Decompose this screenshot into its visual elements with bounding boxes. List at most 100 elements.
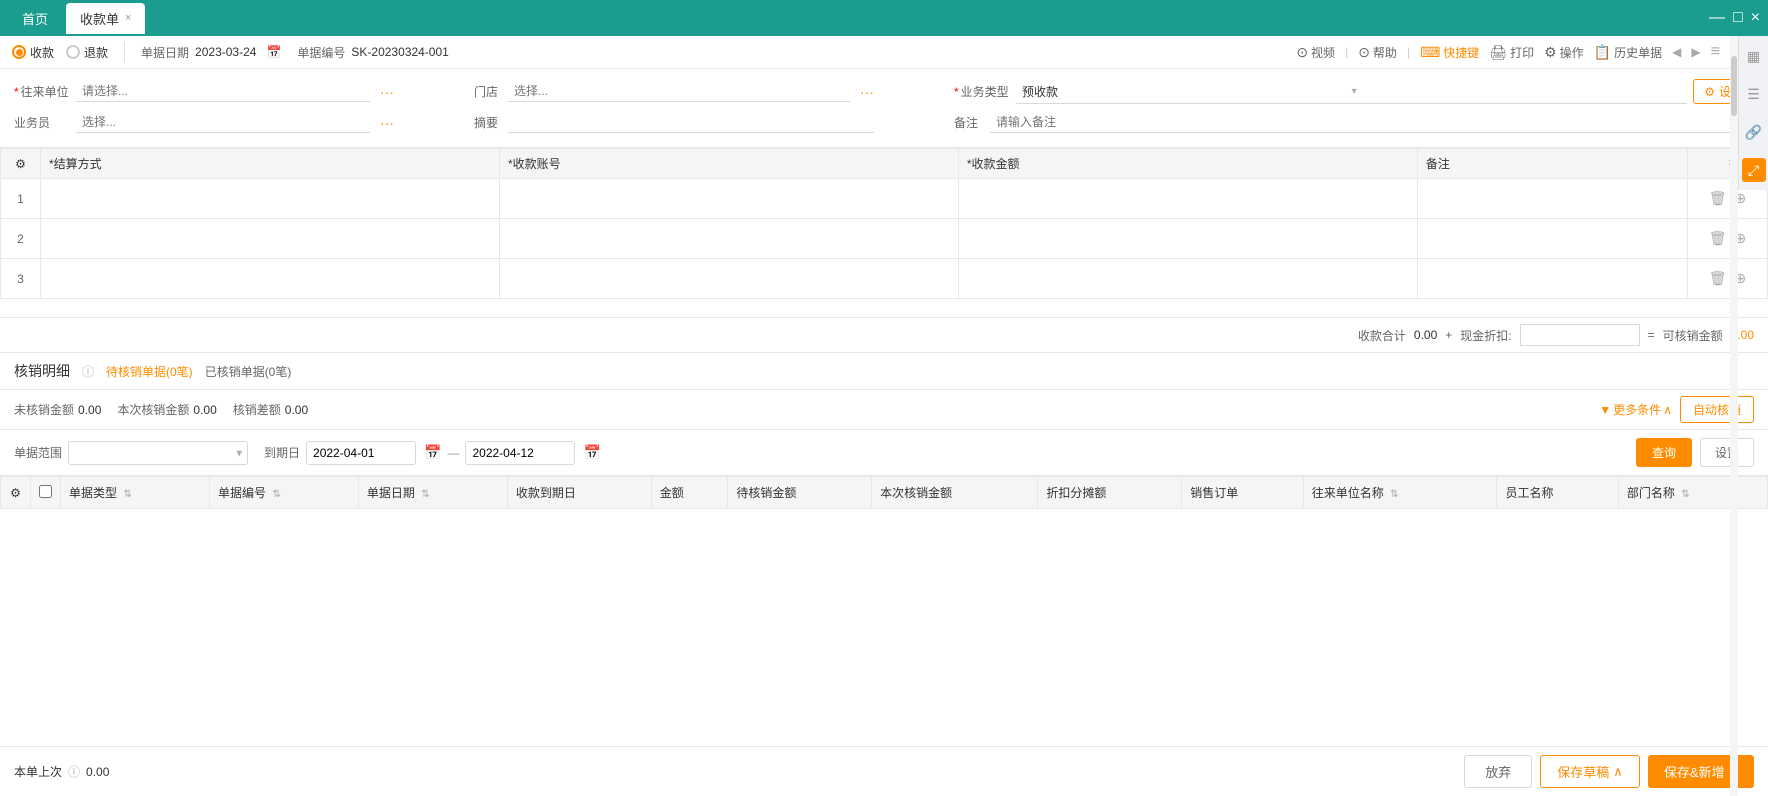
stat-unverified: 未核销金额 0.00 xyxy=(14,401,101,418)
bth-checkbox[interactable] xyxy=(31,477,61,509)
more-conditions-btn[interactable]: ▼ 更多条件 ∧ xyxy=(1599,401,1672,418)
sort-counterpart-icon[interactable]: ⇅ xyxy=(1390,489,1398,500)
due-date-label: 到期日 xyxy=(264,444,300,461)
auto-cancel-btn[interactable]: 自动核销 xyxy=(1680,396,1754,423)
cell-remark-1[interactable] xyxy=(1417,179,1687,219)
save-draft-btn[interactable]: 保存草稿 ∧ xyxy=(1540,755,1640,788)
bth-settings[interactable]: ⚙ xyxy=(1,477,31,509)
print-btn[interactable]: 🖨 打印 xyxy=(1489,44,1534,61)
cell-amount-1[interactable] xyxy=(958,179,1417,219)
done-tab[interactable]: 已核销单据(0笔) xyxy=(205,363,292,380)
nav-left-icon[interactable]: ◀ xyxy=(1672,45,1681,59)
store-input[interactable] xyxy=(508,81,850,102)
info-icon[interactable]: ⓘ xyxy=(82,363,94,380)
date-field: 单据日期 2023-03-24 📅 xyxy=(141,44,281,61)
tab-active[interactable]: 收款单 × xyxy=(66,3,145,34)
cell-remark-3[interactable] xyxy=(1417,259,1687,299)
bth-discount: 折扣分摊额 xyxy=(1038,477,1182,509)
range-select[interactable] xyxy=(68,441,248,465)
maximize-icon[interactable]: □ xyxy=(1733,9,1743,27)
row-num-1: 1 xyxy=(1,179,41,219)
number-value: SK-20230324-001 xyxy=(351,45,448,59)
radio-shoukuan-label: 收款 xyxy=(30,44,54,61)
delete-row-3-icon[interactable]: 🗑 xyxy=(1709,270,1727,287)
cell-remark-2[interactable] xyxy=(1417,219,1687,259)
payment-type-group: 收款 退款 xyxy=(12,44,108,61)
sidebar-expand-icon[interactable]: ⤢ xyxy=(1742,158,1766,182)
counterpart-input[interactable] xyxy=(76,81,370,102)
remark-input[interactable] xyxy=(990,112,1754,133)
form-area: *往来单位 ··· 门店 ··· *业务类型 xyxy=(0,69,1768,148)
minimize-icon[interactable]: — xyxy=(1709,9,1725,27)
scrollbar[interactable] xyxy=(1730,36,1738,796)
summary-input[interactable] xyxy=(508,112,874,133)
info-icon-footer[interactable]: ⓘ xyxy=(68,763,80,780)
th-settings[interactable]: ⚙ xyxy=(1,149,41,179)
store-more-btn[interactable]: ··· xyxy=(860,84,874,100)
tab-home[interactable]: 首页 xyxy=(8,3,62,34)
number-field: 单据编号 SK-20230324-001 xyxy=(297,44,448,61)
pending-tab[interactable]: 待核销单据(0笔) xyxy=(106,363,193,380)
row-num-3: 3 xyxy=(1,259,41,299)
cell-action-2: 🗑 ⊕ xyxy=(1688,219,1768,259)
form-row-1: *往来单位 ··· 门店 ··· *业务类型 xyxy=(14,79,1754,104)
date-from-input[interactable] xyxy=(306,441,416,465)
business-type-select[interactable]: 预收款 ▾ xyxy=(1016,80,1687,104)
cell-settlement-1[interactable] xyxy=(41,179,500,219)
sidebar-list-icon[interactable]: ☰ xyxy=(1742,82,1766,106)
select-all-checkbox[interactable] xyxy=(39,485,52,498)
plus-sign: + xyxy=(1445,328,1452,342)
list-view-icon[interactable]: ≡ xyxy=(1711,43,1720,61)
cell-account-1[interactable] xyxy=(499,179,958,219)
bth-date: 单据日期 ⇅ xyxy=(358,477,507,509)
salesperson-input[interactable] xyxy=(76,112,370,133)
bth-type: 单据类型 ⇅ xyxy=(61,477,210,509)
cell-account-3[interactable] xyxy=(499,259,958,299)
save-new-btn[interactable]: 保存&新增 ∧ xyxy=(1648,755,1754,788)
query-btn[interactable]: 查询 xyxy=(1636,438,1692,467)
sort-date-icon[interactable]: ⇅ xyxy=(421,489,429,500)
table-row: 3 🗑 ⊕ xyxy=(1,259,1768,299)
radio-tuikuan[interactable]: 退款 xyxy=(66,44,108,61)
radio-shoukuan[interactable]: 收款 xyxy=(12,44,54,61)
discard-btn[interactable]: 放弃 xyxy=(1464,755,1532,788)
cell-settlement-2[interactable] xyxy=(41,219,500,259)
calendar-to-icon[interactable]: 📅 xyxy=(583,444,600,461)
shortcut-btn[interactable]: ⌨ 快捷键 xyxy=(1420,44,1479,61)
cell-settlement-3[interactable] xyxy=(41,259,500,299)
nav-right-icon[interactable]: ▶ xyxy=(1691,45,1700,59)
sort-number-icon[interactable]: ⇅ xyxy=(272,489,280,500)
discount-input[interactable] xyxy=(1520,324,1640,346)
sidebar-attachment-icon[interactable]: 🔗 xyxy=(1742,120,1766,144)
help-btn[interactable]: ⊙ 帮助 xyxy=(1358,44,1397,61)
sidebar-table-icon[interactable]: ▦ xyxy=(1742,44,1766,68)
counterpart-more-btn[interactable]: ··· xyxy=(380,84,394,100)
video-btn[interactable]: ⊙ 视频 xyxy=(1296,44,1335,61)
counterpart-label: *往来单位 xyxy=(14,83,70,100)
history-btn[interactable]: 📋 历史单据 xyxy=(1594,44,1662,61)
filter-settings-btn[interactable]: 设置 xyxy=(1700,438,1754,467)
equals-sign: = xyxy=(1648,328,1655,342)
delete-row-2-icon[interactable]: 🗑 xyxy=(1709,230,1727,247)
delete-row-1-icon[interactable]: 🗑 xyxy=(1709,190,1727,207)
receipts-table-area: ⚙ *结算方式 *收款账号 *收款金额 备注 操作 1 xyxy=(0,148,1768,318)
diff-label: 核销差额 xyxy=(233,401,281,418)
calendar-from-icon[interactable]: 📅 xyxy=(424,444,441,461)
sort-type-icon[interactable]: ⇅ xyxy=(123,489,131,500)
cell-account-2[interactable] xyxy=(499,219,958,259)
salesperson-more-btn[interactable]: ··· xyxy=(380,115,394,131)
date-to-input[interactable] xyxy=(465,441,575,465)
store-label: 门店 xyxy=(474,83,502,100)
available-label: 可核销金额 xyxy=(1663,327,1723,344)
save-draft-arrow-icon[interactable]: ∧ xyxy=(1613,764,1623,780)
operate-label: 操作 xyxy=(1560,44,1584,61)
operate-btn[interactable]: ⚙ 操作 xyxy=(1544,44,1584,61)
verification-header: 核销明细 ⓘ 待核销单据(0笔) 已核销单据(0笔) xyxy=(0,353,1768,390)
cell-amount-2[interactable] xyxy=(958,219,1417,259)
close-window-icon[interactable]: × xyxy=(1751,9,1760,27)
tab-close-icon[interactable]: × xyxy=(125,12,131,24)
cell-amount-3[interactable] xyxy=(958,259,1417,299)
calendar-icon[interactable]: 📅 xyxy=(266,45,281,59)
sort-dept-icon[interactable]: ⇅ xyxy=(1681,489,1689,500)
prev-value: 0.00 xyxy=(86,765,109,779)
